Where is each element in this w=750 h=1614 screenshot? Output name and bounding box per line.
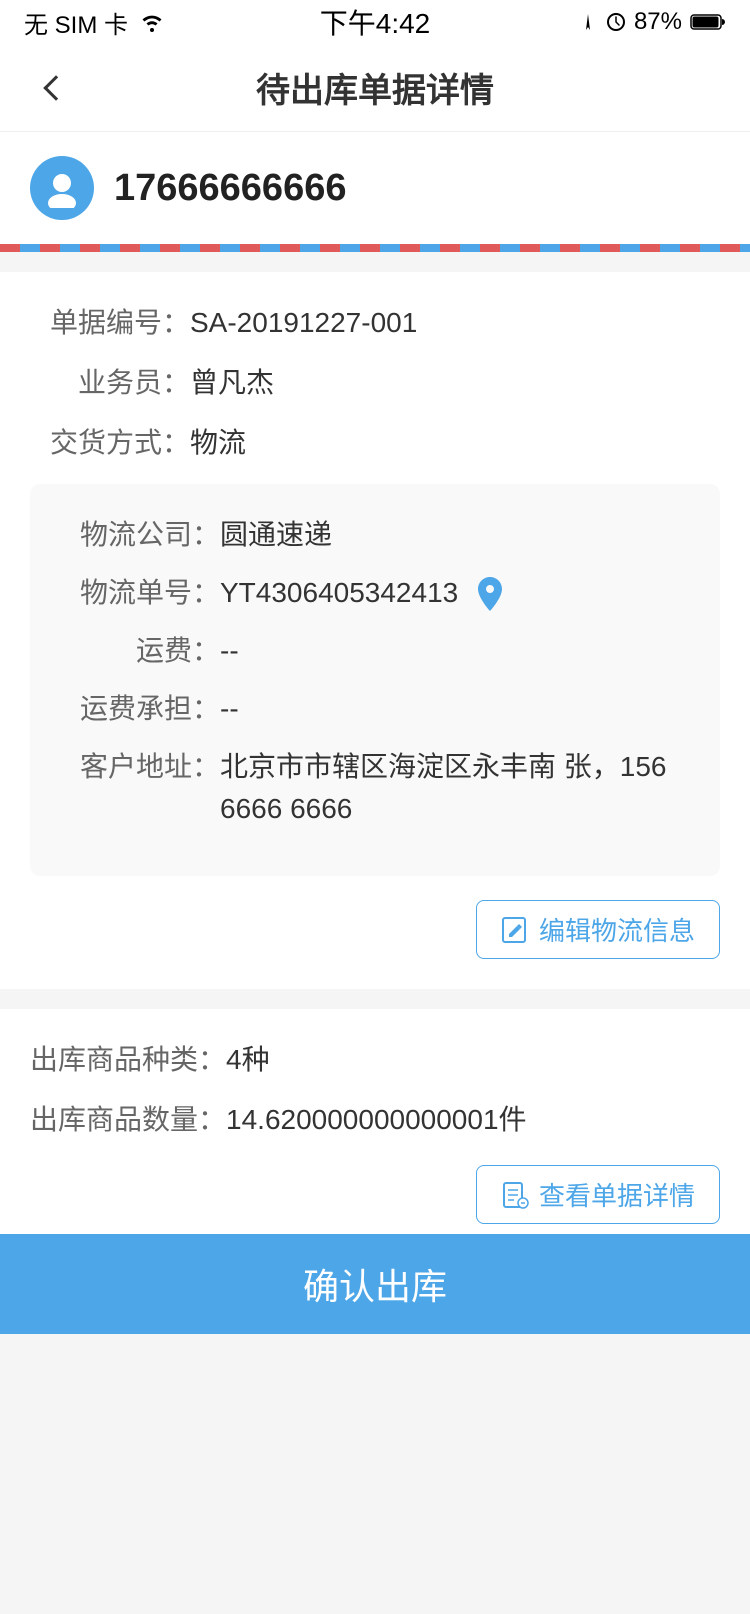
tracking-number: YT43064053424​13 — [220, 572, 458, 614]
user-icon — [42, 168, 82, 208]
bottom-button-wrapper: 确认出库 — [0, 1234, 750, 1334]
freight-value: -- — [220, 630, 690, 672]
tracking-value-wrapper: YT43064053424​13 — [220, 572, 690, 614]
freight-bearer-row: 运费承担： -- — [60, 688, 690, 730]
freight-bearer-label: 运费承担： — [60, 688, 220, 730]
goods-type-row: 出库商品种类： 4种 — [30, 1039, 720, 1081]
carrier-label: 无 SIM 卡 — [24, 5, 128, 40]
doc-num-row: 单据编号： SA-20191227-001 — [30, 302, 720, 344]
delivery-label: 交货方式： — [30, 422, 190, 464]
status-bar-right: 87% — [578, 8, 726, 36]
tracking-label: 物流单号： — [60, 572, 220, 614]
salesman-value: 曾凡杰 — [190, 362, 720, 404]
delivery-row: 交货方式： 物流 — [30, 422, 720, 464]
salesman-label: 业务员： — [30, 362, 190, 404]
freight-label: 运费： — [60, 630, 220, 672]
location-arrow-icon — [578, 12, 598, 32]
goods-quantity-row: 出库商品数量： 14.620000000000001件 — [30, 1099, 720, 1141]
document-info-section: 单据编号： SA-20191227-001 业务员： 曾凡杰 交货方式： 物流 … — [0, 272, 750, 989]
nav-bar: 待出库单据详情 — [0, 44, 750, 132]
page-title: 待出库单据详情 — [256, 63, 494, 112]
confirm-button[interactable]: 确认出库 — [0, 1234, 750, 1334]
goods-type-label: 出库商品种类： — [30, 1039, 226, 1081]
salesman-row: 业务员： 曾凡杰 — [30, 362, 720, 404]
document-icon — [501, 1181, 529, 1209]
company-value: 圆通速递 — [220, 514, 690, 556]
edit-logistics-label: 编辑物流信息 — [539, 911, 695, 948]
avatar — [30, 156, 94, 220]
edit-icon — [501, 916, 529, 944]
back-button[interactable] — [30, 66, 74, 110]
tracking-row: 物流单号： YT43064053424​13 — [60, 572, 690, 614]
goods-section: 出库商品种类： 4种 出库商品数量： 14.620000000000001件 查… — [0, 1009, 750, 1254]
user-phone: 17666666666 — [114, 167, 346, 210]
wifi-icon — [138, 12, 166, 32]
edit-logistics-button[interactable]: 编辑物流信息 — [476, 900, 720, 959]
status-bar-left: 无 SIM 卡 — [24, 5, 166, 40]
goods-type-value: 4种 — [226, 1039, 720, 1081]
status-bar-time: 下午4:42 — [320, 2, 431, 42]
battery-label: 87% — [634, 8, 682, 36]
map-pin-icon[interactable] — [472, 575, 508, 611]
address-row: 客户地址： 北京市市辖区海淀区永丰南 张，156 6666 6666 — [60, 746, 690, 830]
edit-btn-wrapper: 编辑物流信息 — [30, 900, 720, 959]
user-section: 17666666666 — [0, 132, 750, 244]
freight-row: 运费： -- — [60, 630, 690, 672]
goods-quantity-value: 14.620000000000001件 — [226, 1099, 720, 1141]
goods-quantity-label: 出库商品数量： — [30, 1099, 226, 1141]
view-detail-button[interactable]: 查看单据详情 — [476, 1165, 720, 1224]
address-value: 北京市市辖区海淀区永丰南 张，156 6666 6666 — [220, 746, 690, 830]
company-label: 物流公司： — [60, 514, 220, 556]
delivery-value: 物流 — [190, 422, 720, 464]
dashed-divider — [0, 244, 750, 252]
clock-icon — [606, 12, 626, 32]
logistics-card: 物流公司： 圆通速递 物流单号： YT43064053424​13 运费： -- — [30, 484, 720, 876]
address-label: 客户地址： — [60, 746, 220, 788]
view-detail-label: 查看单据详情 — [539, 1176, 695, 1213]
battery-icon — [690, 13, 726, 31]
doc-num-label: 单据编号： — [30, 302, 190, 344]
doc-num-value: SA-20191227-001 — [190, 302, 720, 344]
status-bar: 无 SIM 卡 下午4:42 87% — [0, 0, 750, 44]
view-detail-btn-wrapper: 查看单据详情 — [30, 1165, 720, 1224]
freight-bearer-value: -- — [220, 688, 690, 730]
company-row: 物流公司： 圆通速递 — [60, 514, 690, 556]
back-arrow-icon — [43, 75, 68, 100]
